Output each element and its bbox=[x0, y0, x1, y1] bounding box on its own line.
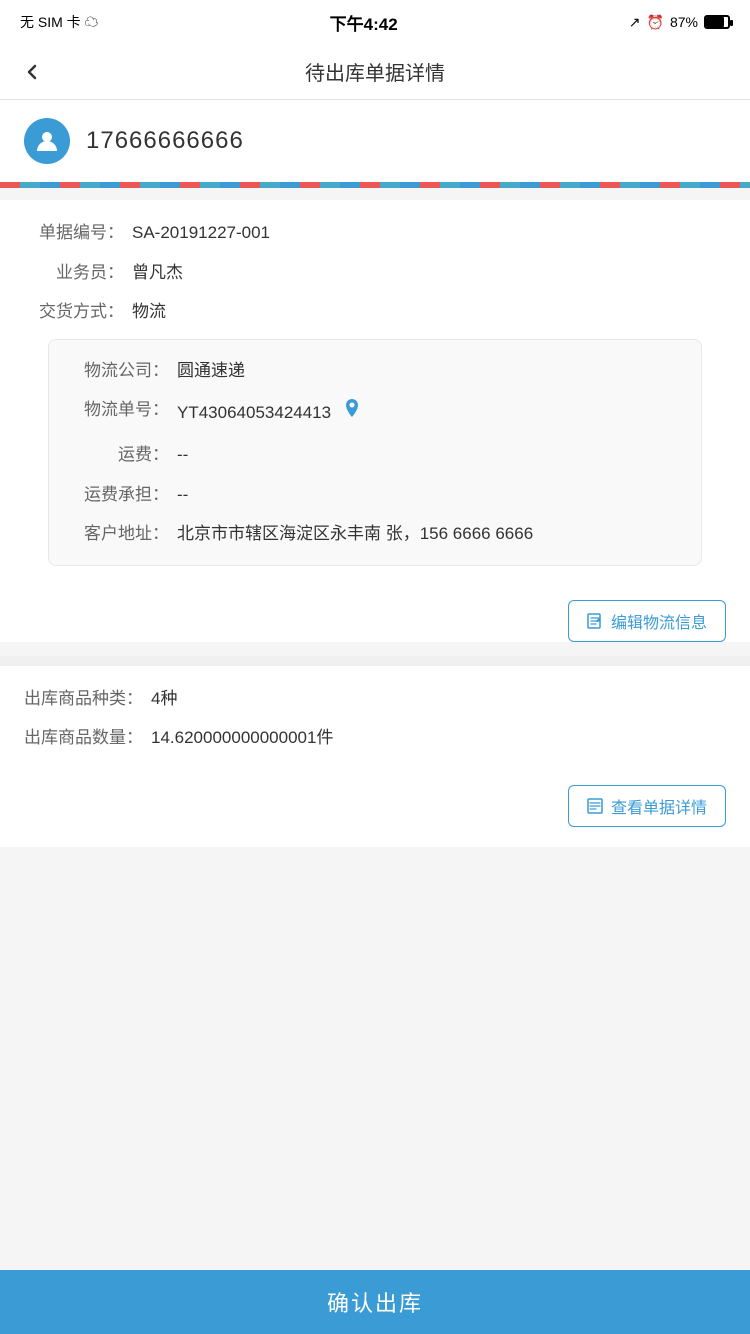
logistics-tracking-label: 物流单号： bbox=[69, 397, 169, 423]
location-icon[interactable] bbox=[341, 397, 363, 428]
goods-quantity-label: 出库商品数量： bbox=[24, 725, 143, 751]
view-details-button[interactable]: 查看单据详情 bbox=[568, 785, 726, 827]
freight-bearer-label: 运费承担： bbox=[69, 482, 169, 508]
status-time: 下午4:42 bbox=[330, 10, 398, 35]
status-bar: 无 SIM 卡 ☁ 下午4:42 ↗ ⏰ 87% bbox=[0, 0, 750, 44]
logistics-company-value: 圆通速递 bbox=[177, 358, 681, 384]
logistics-card: 物流公司： 圆通速递 物流单号： YT43064053424413 运费： --… bbox=[48, 339, 702, 566]
edit-logistics-container: 编辑物流信息 bbox=[0, 586, 750, 642]
alarm-icon: ⏰ bbox=[647, 14, 664, 31]
goods-type-label: 出库商品种类： bbox=[24, 686, 143, 712]
bottom-spacer bbox=[0, 847, 750, 1047]
goods-section: 出库商品种类： 4种 出库商品数量： 14.620000000000001件 bbox=[0, 666, 750, 771]
customer-phone: 17666666666 bbox=[86, 127, 244, 155]
salesman-row: 业务员： 曾凡杰 bbox=[24, 260, 726, 286]
delivery-method-label: 交货方式： bbox=[24, 299, 124, 325]
document-number-value: SA-20191227-001 bbox=[132, 220, 726, 246]
nav-bar: 待出库单据详情 bbox=[0, 44, 750, 100]
goods-quantity-row: 出库商品数量： 14.620000000000001件 bbox=[24, 725, 726, 751]
logistics-company-row: 物流公司： 圆通速递 bbox=[69, 358, 681, 384]
freight-bearer-value: -- bbox=[177, 482, 681, 508]
dashed-divider bbox=[0, 182, 750, 188]
status-right: ↗ ⏰ 87% bbox=[629, 14, 730, 31]
confirm-bar: 确认出库 bbox=[0, 1270, 750, 1334]
location-icon: ↗ bbox=[629, 14, 641, 31]
freight-value: -- bbox=[177, 442, 681, 468]
avatar bbox=[24, 118, 70, 164]
delivery-method-value: 物流 bbox=[132, 299, 726, 325]
order-info-section: 单据编号： SA-20191227-001 业务员： 曾凡杰 交货方式： 物流 … bbox=[0, 200, 750, 586]
logistics-tracking-value: YT43064053424413 bbox=[177, 397, 681, 428]
page-title: 待出库单据详情 bbox=[60, 57, 690, 86]
customer-header: 17666666666 bbox=[0, 100, 750, 182]
goods-type-row: 出库商品种类： 4种 bbox=[24, 686, 726, 712]
edit-logistics-label: 编辑物流信息 bbox=[611, 609, 707, 633]
delivery-method-row: 交货方式： 物流 bbox=[24, 299, 726, 325]
status-left: 无 SIM 卡 ☁ bbox=[20, 12, 99, 32]
freight-row: 运费： -- bbox=[69, 442, 681, 468]
logistics-tracking-row: 物流单号： YT43064053424413 bbox=[69, 397, 681, 428]
address-row: 客户地址： 北京市市辖区海淀区永丰南 张，156 6666 6666 bbox=[69, 521, 681, 547]
section-divider bbox=[0, 656, 750, 666]
logistics-company-label: 物流公司： bbox=[69, 358, 169, 384]
freight-bearer-row: 运费承担： -- bbox=[69, 482, 681, 508]
goods-quantity-value: 14.620000000000001件 bbox=[151, 725, 726, 751]
goods-type-value: 4种 bbox=[151, 686, 726, 712]
back-button[interactable] bbox=[20, 60, 60, 84]
battery-icon bbox=[704, 15, 730, 29]
view-details-container: 查看单据详情 bbox=[0, 771, 750, 847]
view-details-label: 查看单据详情 bbox=[611, 794, 707, 818]
salesman-label: 业务员： bbox=[24, 260, 124, 286]
address-label: 客户地址： bbox=[69, 521, 169, 547]
freight-label: 运费： bbox=[69, 442, 169, 468]
address-value: 北京市市辖区海淀区永丰南 张，156 6666 6666 bbox=[177, 521, 681, 547]
battery-text: 87% bbox=[670, 14, 698, 30]
salesman-value: 曾凡杰 bbox=[132, 260, 726, 286]
confirm-button[interactable]: 确认出库 bbox=[0, 1286, 750, 1318]
document-number-row: 单据编号： SA-20191227-001 bbox=[24, 220, 726, 246]
edit-logistics-button[interactable]: 编辑物流信息 bbox=[568, 600, 726, 642]
document-number-label: 单据编号： bbox=[24, 220, 124, 246]
